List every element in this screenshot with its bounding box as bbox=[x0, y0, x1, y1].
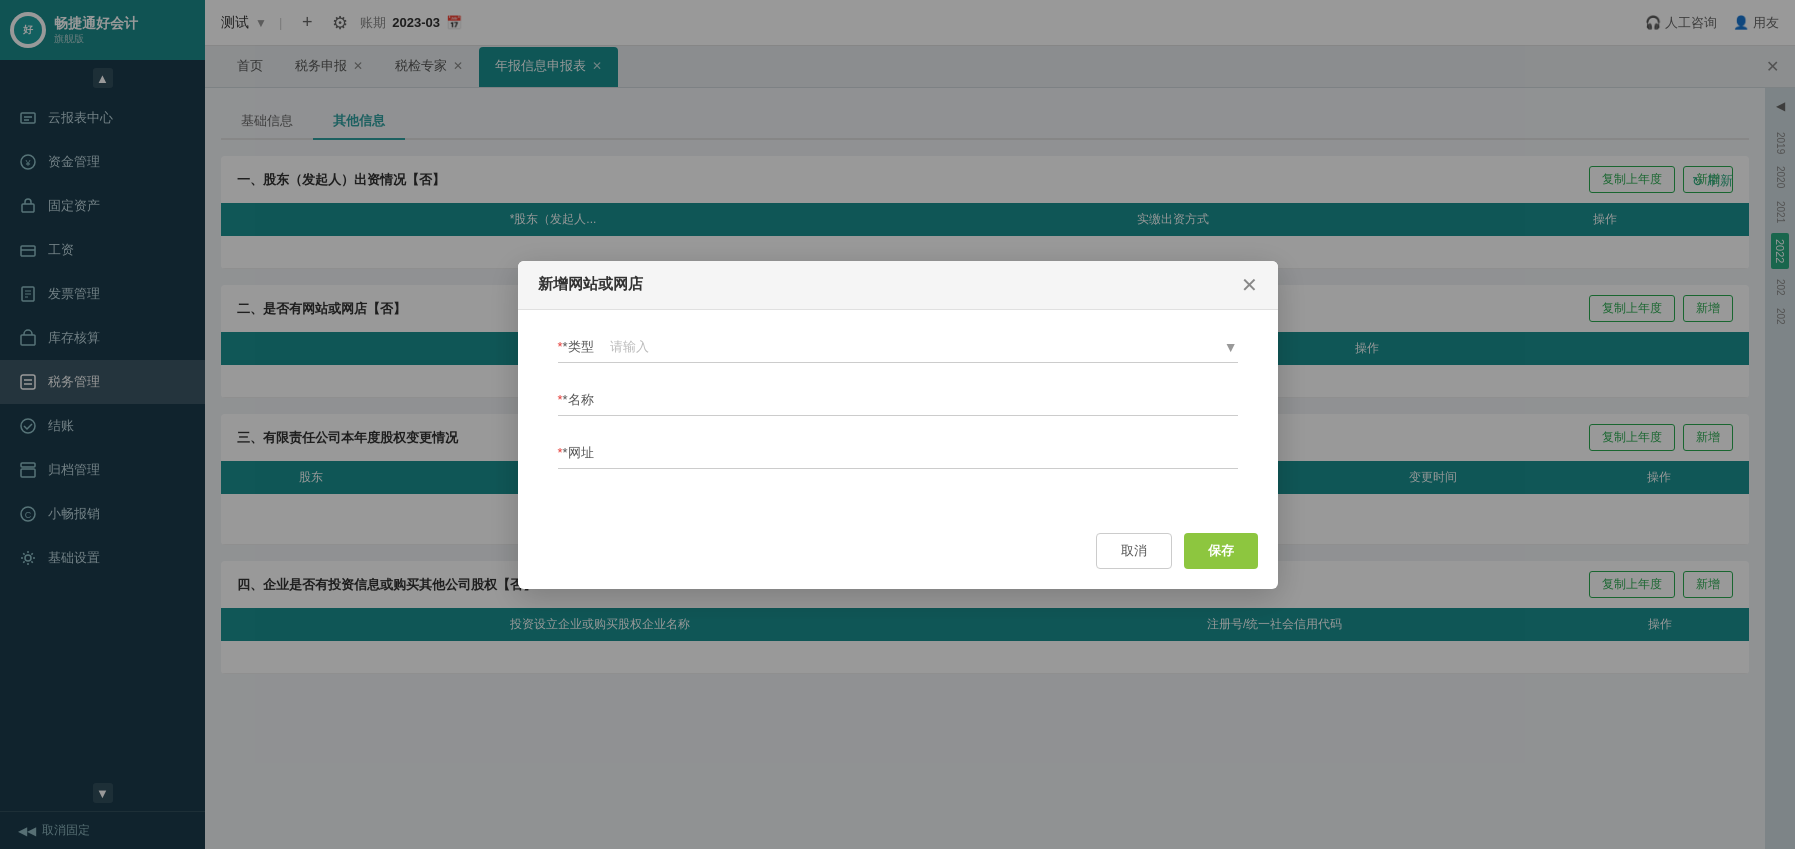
form-row-type: **类型 ▼ bbox=[558, 338, 1238, 363]
name-input[interactable] bbox=[610, 392, 1238, 407]
dialog-close-btn[interactable]: ✕ bbox=[1241, 275, 1258, 295]
url-field: **网址 bbox=[558, 444, 1238, 469]
save-btn[interactable]: 保存 bbox=[1184, 533, 1258, 569]
url-input[interactable] bbox=[610, 445, 1238, 460]
dialog-footer: 取消 保存 bbox=[518, 517, 1278, 589]
dialog-overlay[interactable]: 新增网站或网店 ✕ **类型 ▼ **名称 bbox=[0, 0, 1795, 849]
type-label: **类型 bbox=[558, 338, 594, 356]
dialog-body: **类型 ▼ **名称 **网址 bbox=[518, 310, 1278, 517]
type-dropdown-icon[interactable]: ▼ bbox=[1224, 339, 1238, 355]
cancel-btn[interactable]: 取消 bbox=[1096, 533, 1172, 569]
dialog-title: 新增网站或网店 bbox=[538, 275, 643, 294]
dialog-header: 新增网站或网店 ✕ bbox=[518, 261, 1278, 310]
type-field: **类型 ▼ bbox=[558, 338, 1238, 363]
url-label: **网址 bbox=[558, 444, 594, 462]
name-field: **名称 bbox=[558, 391, 1238, 416]
name-label: **名称 bbox=[558, 391, 594, 409]
form-row-url: **网址 bbox=[558, 444, 1238, 469]
form-row-name: **名称 bbox=[558, 391, 1238, 416]
type-input[interactable] bbox=[610, 339, 1216, 354]
add-website-dialog: 新增网站或网店 ✕ **类型 ▼ **名称 bbox=[518, 261, 1278, 589]
